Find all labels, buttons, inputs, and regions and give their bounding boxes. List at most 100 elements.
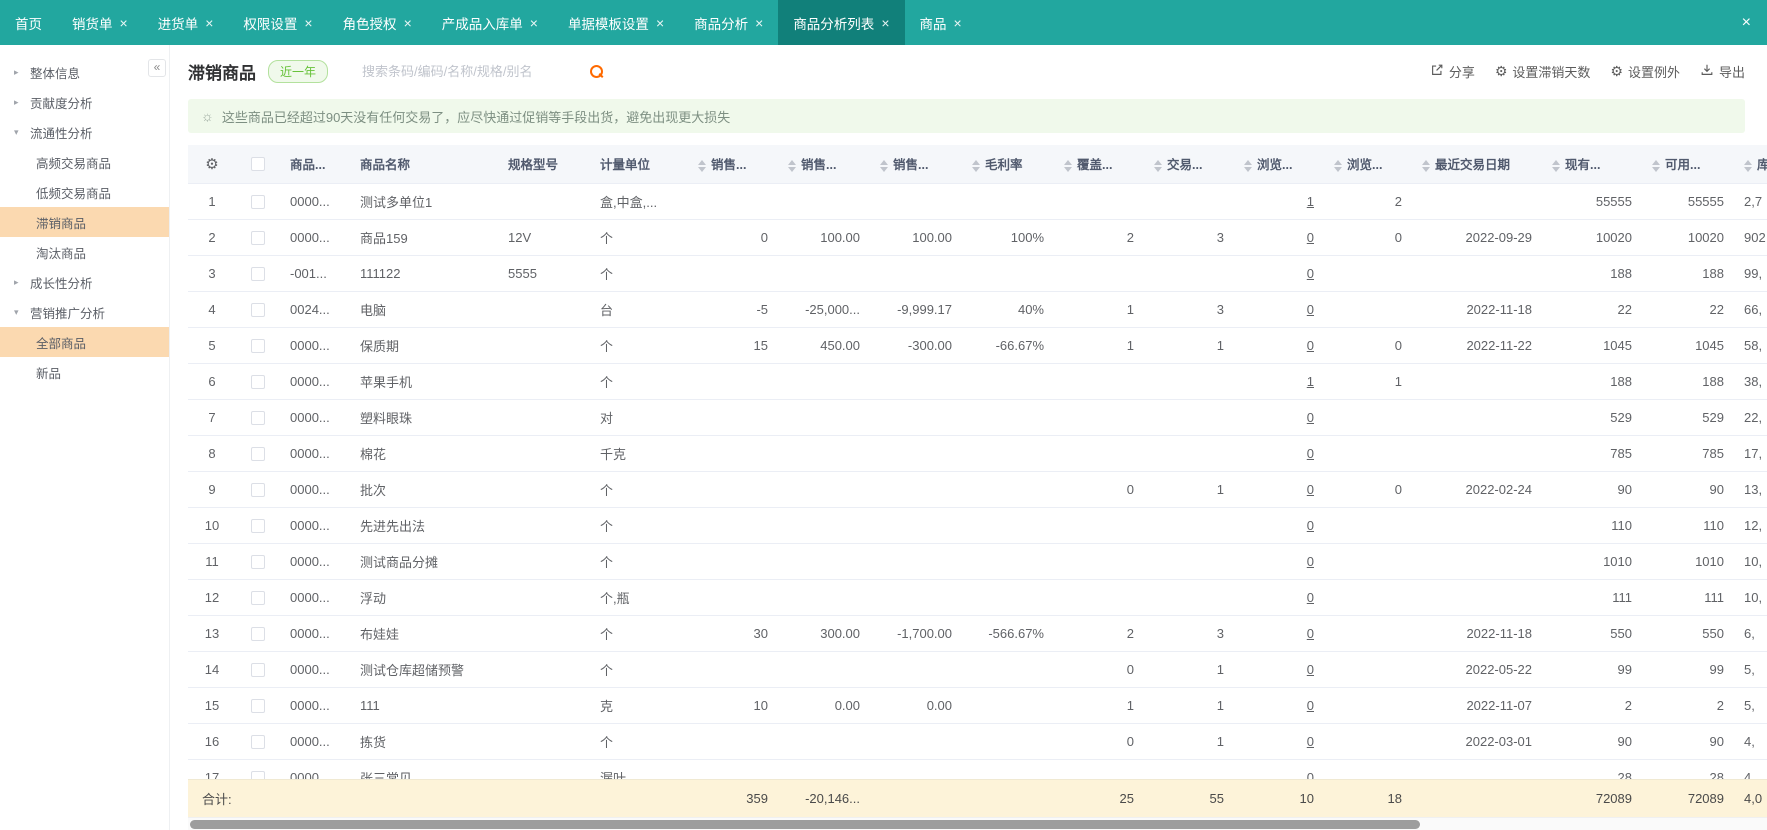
sort-asc-icon[interactable] [972, 159, 980, 165]
sort-icon[interactable] [972, 159, 980, 172]
nav-tab[interactable]: 权限设置 × [228, 0, 327, 45]
sidebar-item[interactable]: 全部商品 [0, 327, 169, 357]
sort-icon[interactable] [1244, 159, 1252, 172]
column-header-stock[interactable]: 库存 [1734, 145, 1767, 184]
sort-icon[interactable] [698, 159, 706, 172]
row-checkbox[interactable] [251, 698, 265, 713]
views-link[interactable]: 0 [1307, 554, 1314, 569]
tab-close-icon[interactable]: × [755, 16, 763, 30]
search-icon[interactable] [589, 64, 604, 79]
settings-button[interactable]: ⚙ 设置例外 [1610, 62, 1680, 81]
views-link[interactable]: 0 [1307, 266, 1314, 281]
sort-icon[interactable] [1422, 159, 1430, 172]
row-checkbox[interactable] [251, 194, 265, 209]
tab-close-icon[interactable]: × [404, 16, 412, 30]
sidebar-item[interactable]: 新品 [0, 357, 169, 387]
column-header-available[interactable]: 可用... [1642, 145, 1734, 184]
row-checkbox[interactable] [251, 734, 265, 749]
sidebar-item[interactable]: 低频交易商品 [0, 177, 169, 207]
sort-asc-icon[interactable] [1422, 159, 1430, 165]
column-header-sale_profit[interactable]: 销售... [870, 145, 962, 184]
nav-tab[interactable]: 销货单 × [57, 0, 143, 45]
sort-desc-icon[interactable] [972, 166, 980, 172]
column-header-last_date[interactable]: 最近交易日期 [1412, 145, 1542, 184]
tab-close-icon[interactable]: × [881, 16, 889, 30]
views-link[interactable]: 0 [1307, 302, 1314, 317]
column-header-sale_qty[interactable]: 销售... [688, 145, 778, 184]
sidebar-item[interactable]: ▾ 营销推广分析 [0, 297, 169, 327]
horizontal-scrollbar[interactable] [188, 817, 1767, 830]
nav-tab[interactable]: 产成品入库单 × [427, 0, 553, 45]
column-header-trans[interactable]: 交易... [1144, 145, 1234, 184]
nav-tab[interactable]: 角色授权 × [328, 0, 427, 45]
sort-icon[interactable] [1154, 159, 1162, 172]
tab-close-icon[interactable]: × [530, 16, 538, 30]
column-header-spec[interactable]: 规格型号 [498, 145, 590, 184]
views-link[interactable]: 1 [1307, 194, 1314, 209]
sort-icon[interactable] [1334, 159, 1342, 172]
sidebar-collapse-button[interactable]: « [148, 59, 166, 77]
sidebar-item[interactable]: 高频交易商品 [0, 147, 169, 177]
sort-asc-icon[interactable] [1552, 159, 1560, 165]
column-header-views1[interactable]: 浏览... [1234, 145, 1324, 184]
sort-asc-icon[interactable] [1334, 159, 1342, 165]
column-header-name[interactable]: 商品名称 [350, 145, 498, 184]
sort-desc-icon[interactable] [1552, 166, 1560, 172]
sort-desc-icon[interactable] [880, 166, 888, 172]
views-link[interactable]: 0 [1307, 338, 1314, 353]
row-checkbox[interactable] [251, 374, 265, 389]
nav-tab[interactable]: 首页 [0, 0, 57, 45]
column-header-margin[interactable]: 毛利率 [962, 145, 1054, 184]
gear-icon[interactable]: ⚙ [205, 156, 218, 173]
row-checkbox[interactable] [251, 518, 265, 533]
search-input[interactable] [362, 63, 578, 79]
sort-icon[interactable] [1652, 159, 1660, 172]
select-all-checkbox[interactable] [251, 157, 265, 172]
views-link[interactable]: 0 [1307, 410, 1314, 425]
row-checkbox[interactable] [251, 626, 265, 641]
row-checkbox[interactable] [251, 410, 265, 425]
sidebar-item[interactable]: 滞销商品 [0, 207, 169, 237]
sort-asc-icon[interactable] [1064, 159, 1072, 165]
scrollbar-thumb[interactable] [190, 820, 1420, 829]
sidebar-item[interactable]: ▸ 整体信息 [0, 57, 169, 87]
tab-close-icon[interactable]: × [304, 16, 312, 30]
sort-asc-icon[interactable] [880, 159, 888, 165]
sort-asc-icon[interactable] [788, 159, 796, 165]
sort-desc-icon[interactable] [1154, 166, 1162, 172]
sort-desc-icon[interactable] [698, 166, 706, 172]
views-link[interactable]: 0 [1307, 230, 1314, 245]
column-header-code[interactable]: 商品... [280, 145, 350, 184]
views-link[interactable]: 0 [1307, 734, 1314, 749]
nav-tab[interactable]: 商品分析 × [679, 0, 778, 45]
sort-icon[interactable] [1744, 159, 1752, 172]
sort-desc-icon[interactable] [1422, 166, 1430, 172]
settings-button[interactable]: ⚙ 设置滞销天数 [1495, 62, 1591, 81]
views-link[interactable]: 0 [1307, 626, 1314, 641]
sidebar-item[interactable]: ▸ 成长性分析 [0, 267, 169, 297]
sort-icon[interactable] [788, 159, 796, 172]
sort-asc-icon[interactable] [698, 159, 706, 165]
sort-desc-icon[interactable] [1652, 166, 1660, 172]
views-link[interactable]: 0 [1307, 662, 1314, 677]
column-header-unit[interactable]: 计量单位 [590, 145, 688, 184]
tab-close-icon[interactable]: × [205, 16, 213, 30]
share-button[interactable]: 分享 [1430, 62, 1475, 81]
row-checkbox[interactable] [251, 770, 265, 779]
sort-desc-icon[interactable] [788, 166, 796, 172]
sort-icon[interactable] [880, 159, 888, 172]
sort-desc-icon[interactable] [1744, 166, 1752, 172]
sort-desc-icon[interactable] [1334, 166, 1342, 172]
sort-icon[interactable] [1064, 159, 1072, 172]
nav-tab[interactable]: 单据模板设置 × [553, 0, 679, 45]
nav-tab[interactable]: 商品 × [905, 0, 977, 45]
close-icon[interactable]: × [1726, 0, 1767, 45]
tab-close-icon[interactable]: × [120, 16, 128, 30]
sort-icon[interactable] [1552, 159, 1560, 172]
row-checkbox[interactable] [251, 230, 265, 245]
nav-tab[interactable]: 进货单 × [143, 0, 229, 45]
views-link[interactable]: 0 [1307, 446, 1314, 461]
sort-asc-icon[interactable] [1244, 159, 1252, 165]
column-settings-header[interactable]: ⚙ [188, 145, 236, 184]
row-checkbox[interactable] [251, 266, 265, 281]
